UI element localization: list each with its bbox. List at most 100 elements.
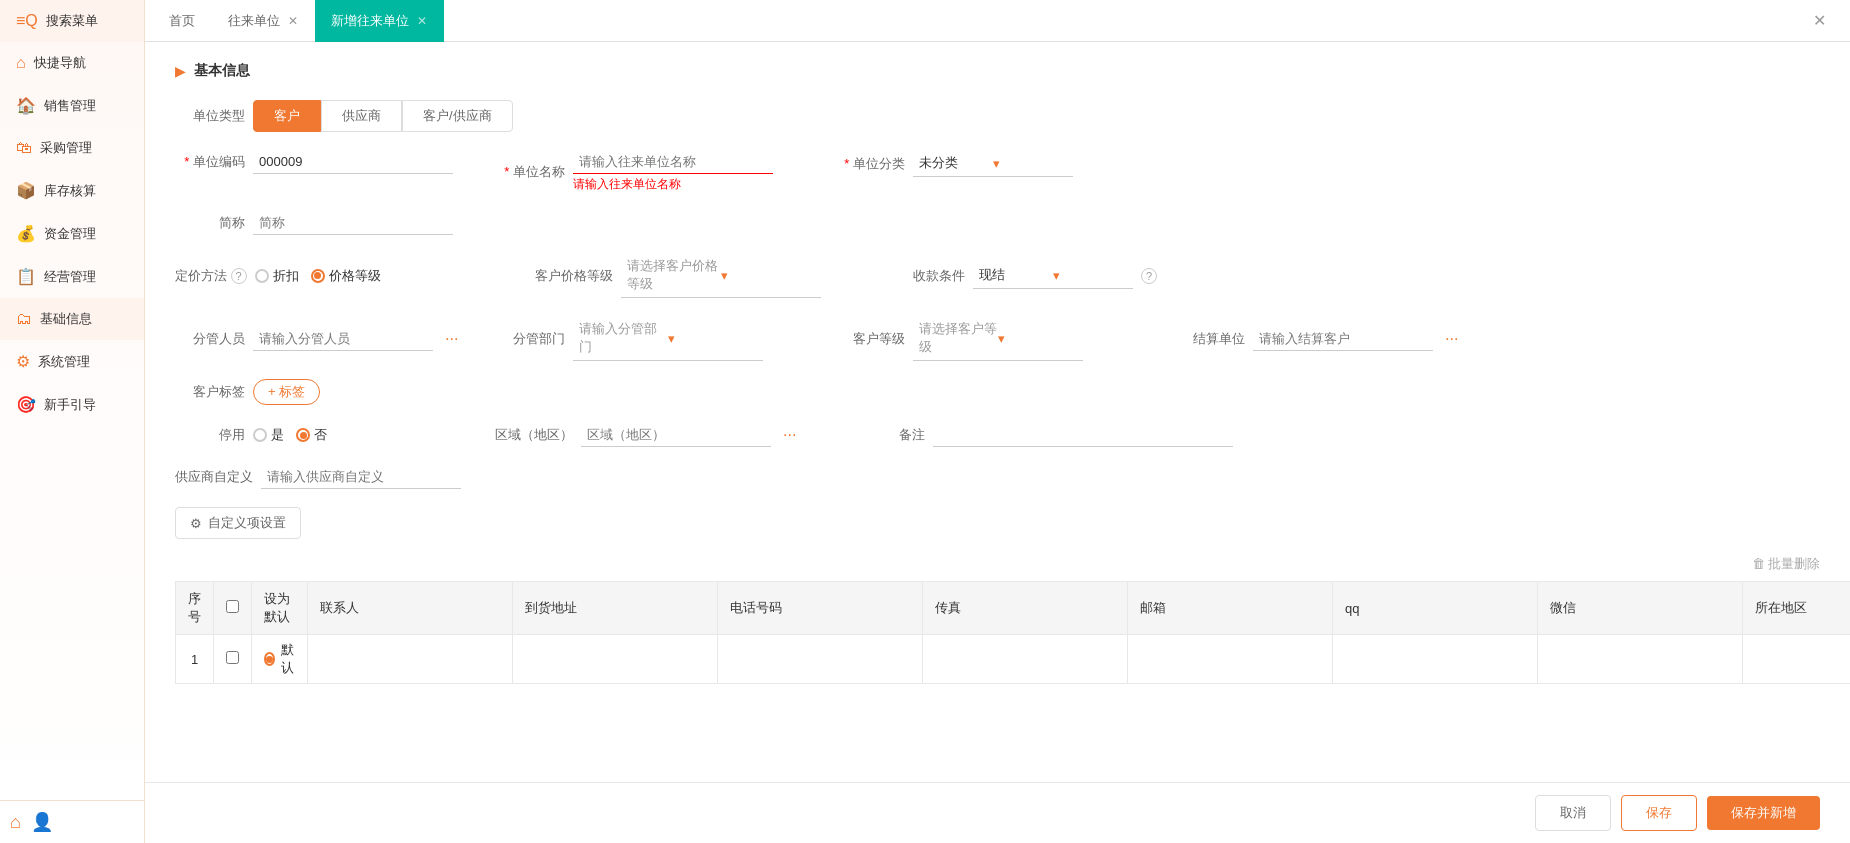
finance-icon: 💰 <box>16 224 36 243</box>
tab-home-label: 首页 <box>169 12 195 30</box>
unit-type-buttons: 客户 供应商 客户/供应商 <box>253 100 513 132</box>
settlement-more-btn[interactable]: ··· <box>1445 330 1458 348</box>
custom-settings-button[interactable]: ⚙ 自定义项设置 <box>175 507 301 539</box>
pricing-radio-discount[interactable]: 折扣 <box>255 267 299 285</box>
payment-label: 收款条件 <box>895 267 965 285</box>
fax-input[interactable] <box>935 648 1115 671</box>
col-checkbox <box>214 582 252 635</box>
sidebar-label-quick-nav: 快捷导航 <box>34 54 86 72</box>
user-bottom-icon[interactable]: 👤 <box>31 811 53 833</box>
sidebar-item-guide[interactable]: 🎯 新手引导 <box>0 383 144 426</box>
sidebar-label-operations: 经营管理 <box>44 268 96 286</box>
settings-gear-icon: ⚙ <box>190 516 202 531</box>
sidebar-item-finance[interactable]: 💰 资金管理 <box>0 212 144 255</box>
sales-icon: 🏠 <box>16 96 36 115</box>
default-radio[interactable]: 默认 <box>264 641 295 677</box>
payment-help-icon[interactable]: ? <box>1141 268 1157 284</box>
category-value: 未分类 <box>919 154 993 172</box>
remark-label: 备注 <box>855 426 925 444</box>
sidebar-item-quick-nav[interactable]: ⌂ 快捷导航 <box>0 42 144 84</box>
name-input[interactable] <box>573 150 773 174</box>
email-input[interactable] <box>1140 648 1320 671</box>
customer-level-dropdown[interactable]: 请选择客户等级 ▾ <box>913 316 1083 361</box>
sidebar-item-sales[interactable]: 🏠 销售管理 <box>0 84 144 127</box>
contact-input[interactable] <box>320 648 500 671</box>
manager-group: 分管人员 ··· <box>175 327 495 351</box>
customer-price-arrow: ▾ <box>721 268 815 283</box>
sidebar-label-sales: 销售管理 <box>44 97 96 115</box>
region-more-btn[interactable]: ··· <box>783 426 796 444</box>
system-icon: ⚙ <box>16 352 30 371</box>
tag-group: 客户标签 + 标签 <box>175 379 1820 405</box>
payment-dropdown[interactable]: 现结 ▾ <box>973 262 1133 289</box>
category-dropdown[interactable]: 未分类 ▾ <box>913 150 1073 177</box>
search-icon: ≡Q <box>16 12 38 30</box>
short-name-input[interactable] <box>253 211 453 235</box>
sidebar-label-basic-info: 基础信息 <box>40 310 92 328</box>
disabled-no[interactable]: 否 <box>296 426 327 444</box>
cell-phone <box>718 635 923 684</box>
unit-btn-customer[interactable]: 客户 <box>253 100 321 132</box>
home-bottom-icon[interactable]: ⌂ <box>10 812 21 833</box>
region-input[interactable] <box>581 423 771 447</box>
col-email: 邮箱 <box>1128 582 1333 635</box>
phone-input[interactable] <box>730 648 910 671</box>
row-checkbox[interactable] <box>226 651 239 664</box>
save-button[interactable]: 保存 <box>1621 795 1697 831</box>
cancel-button[interactable]: 取消 <box>1535 795 1611 831</box>
sidebar-item-system[interactable]: ⚙ 系统管理 <box>0 340 144 383</box>
manager-more-btn[interactable]: ··· <box>445 330 458 348</box>
unit-type-group-field: 单位类型 客户 供应商 客户/供应商 <box>175 100 1820 132</box>
sidebar-item-basic-info[interactable]: 🗂 基础信息 <box>0 298 144 340</box>
name-field-wrap: 请输入往来单位名称 <box>573 150 773 193</box>
manager-input[interactable] <box>253 327 433 351</box>
add-tag-button[interactable]: + 标签 <box>253 379 320 405</box>
address-input[interactable] <box>525 648 705 671</box>
pricing-radio-level[interactable]: 价格等级 <box>311 267 381 285</box>
pricing-help-icon[interactable]: ? <box>231 268 247 284</box>
settlement-input[interactable] <box>1253 327 1433 351</box>
batch-delete-label[interactable]: 批量删除 <box>1768 556 1820 571</box>
supplier-custom-input[interactable] <box>261 465 461 489</box>
tab-home[interactable]: 首页 <box>153 0 212 42</box>
table-region-input[interactable] <box>1755 648 1850 671</box>
batch-delete-area: 🗑 批量删除 <box>175 555 1820 573</box>
basic-info-icon: 🗂 <box>16 310 32 328</box>
sidebar-item-purchase[interactable]: 🛍 采购管理 <box>0 127 144 169</box>
save-and-new-button[interactable]: 保存并新增 <box>1707 796 1820 830</box>
department-group: 分管部门 请输入分管部门 ▾ <box>495 316 835 361</box>
department-arrow: ▾ <box>668 331 757 346</box>
customer-price-dropdown[interactable]: 请选择客户价格等级 ▾ <box>621 253 821 298</box>
sidebar-item-inventory[interactable]: 📦 库存核算 <box>0 169 144 212</box>
select-all-checkbox[interactable] <box>226 600 239 613</box>
tab-new-contact-close[interactable]: ✕ <box>417 14 427 28</box>
department-dropdown[interactable]: 请输入分管部门 ▾ <box>573 316 763 361</box>
window-close-button[interactable]: ✕ <box>1797 0 1842 42</box>
code-input[interactable] <box>253 150 453 174</box>
content-area: ▶ 基本信息 单位类型 客户 供应商 客户/供应商 * 单位编码 * 单位名称 <box>145 42 1850 782</box>
payment-arrow: ▾ <box>1053 268 1127 283</box>
quick-nav-icon: ⌂ <box>16 54 26 72</box>
settlement-group: 结算单位 ··· <box>1175 327 1820 351</box>
tab-contacts-close[interactable]: ✕ <box>288 14 298 28</box>
disabled-label: 停用 <box>175 426 245 444</box>
category-arrow-icon: ▾ <box>993 156 1067 171</box>
col-address: 到货地址 <box>513 582 718 635</box>
sidebar-label-finance: 资金管理 <box>44 225 96 243</box>
unit-btn-supplier[interactable]: 供应商 <box>321 100 402 132</box>
sidebar-item-search[interactable]: ≡Q 搜索菜单 <box>0 0 144 42</box>
short-name-group: 简称 <box>175 211 495 235</box>
disabled-yes-label: 是 <box>271 426 284 444</box>
tab-contacts[interactable]: 往来单位 ✕ <box>212 0 315 42</box>
department-label: 分管部门 <box>495 330 565 348</box>
sidebar-label-guide: 新手引导 <box>44 396 96 414</box>
col-contact: 联系人 <box>308 582 513 635</box>
sidebar-item-operations[interactable]: 📋 经营管理 <box>0 255 144 298</box>
disabled-yes[interactable]: 是 <box>253 426 284 444</box>
disabled-yes-circle <box>253 428 267 442</box>
unit-btn-both[interactable]: 客户/供应商 <box>402 100 513 132</box>
qq-input[interactable] <box>1345 648 1525 671</box>
tab-new-contact[interactable]: 新增往来单位 ✕ <box>315 0 444 42</box>
wechat-input[interactable] <box>1550 648 1730 671</box>
remark-input[interactable] <box>933 423 1233 447</box>
